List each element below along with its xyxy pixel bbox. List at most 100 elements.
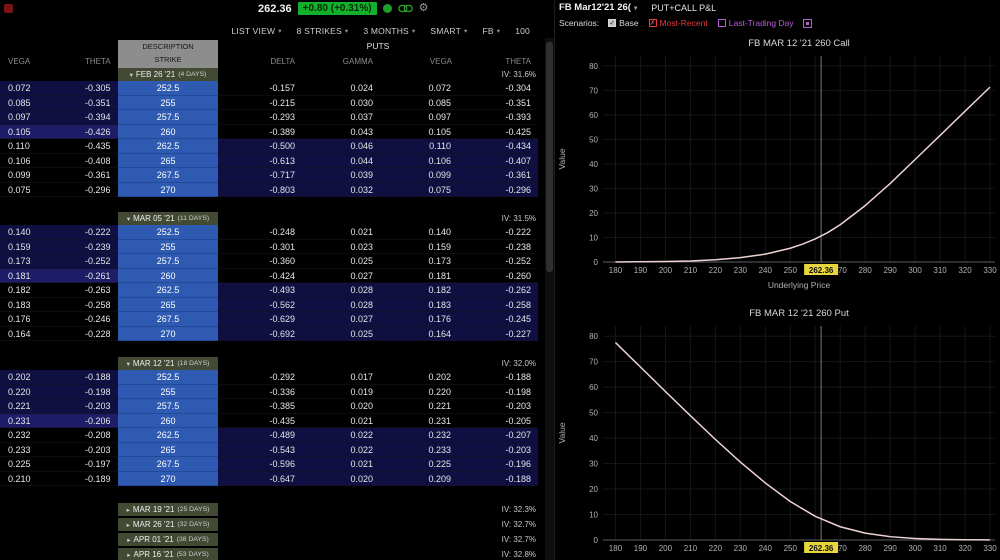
call-vega-cell: 0.075: [0, 183, 60, 198]
strike-cell[interactable]: 262.5: [118, 428, 218, 443]
expiry-group-header[interactable]: ▸ APR 01 '21 (38 DAYS) IV: 32.7%: [0, 533, 545, 546]
strike-cell[interactable]: 270: [118, 182, 218, 197]
option-row[interactable]: 0.072 -0.305 252.5 -0.157 0.024 0.072 -0.304: [0, 81, 545, 96]
svg-text:220: 220: [709, 266, 723, 275]
strike-cell[interactable]: 265: [118, 442, 218, 457]
strike-cell[interactable]: 257.5: [118, 254, 218, 269]
strike-cell[interactable]: 270: [118, 326, 218, 341]
symbol-dropdown[interactable]: FB ▾: [482, 26, 500, 36]
option-row[interactable]: 0.182 -0.263 262.5 -0.493 0.028 0.182 -0.262: [0, 283, 545, 298]
strike-cell[interactable]: 267.5: [118, 312, 218, 327]
option-row[interactable]: 0.110 -0.435 262.5 -0.500 0.046 0.110 -0.434: [0, 139, 545, 154]
svg-text:50: 50: [589, 135, 598, 144]
option-row[interactable]: 0.173 -0.252 257.5 -0.360 0.025 0.173 -0.252: [0, 254, 545, 269]
put-vega-header[interactable]: VEGA: [374, 57, 452, 66]
strike-cell[interactable]: 255: [118, 95, 218, 110]
expiry-label: FEB 26 '21: [135, 70, 176, 79]
contract-selector[interactable]: FB Mar12'21 26( ▾: [559, 2, 637, 13]
put-chart[interactable]: 0 10 20 30 40 50 60 70 80 180 190 200 210 220 230 240 25…: [555, 302, 1000, 560]
strike-cell[interactable]: 260: [118, 268, 218, 283]
size-field[interactable]: 100: [515, 26, 530, 36]
put-vega-cell: 0.209: [380, 471, 458, 486]
option-row[interactable]: 0.231 -0.206 260 -0.435 0.021 0.231 -0.205: [0, 413, 545, 428]
strike-cell[interactable]: 255: [118, 239, 218, 254]
strike-cell[interactable]: 255: [118, 384, 218, 399]
expiry-group-header[interactable]: ▸ MAR 19 '21 (25 DAYS) IV: 32.3%: [0, 503, 545, 516]
scenario-toggle-last-trading-day[interactable]: Last-Trading Day: [717, 18, 794, 28]
call-chart[interactable]: 0 10 20 30 40 50 60 70 80 180 190 200 210 220 230 240 25…: [555, 32, 1000, 300]
call-vega-cell: 0.225: [0, 457, 60, 472]
strike-cell[interactable]: 260: [118, 413, 218, 428]
strike-cell[interactable]: 265: [118, 153, 218, 168]
put-gamma-cell: 0.024: [302, 81, 380, 96]
svg-text:230: 230: [734, 266, 748, 275]
option-row[interactable]: 0.105 -0.426 260 -0.389 0.043 0.105 -0.425: [0, 124, 545, 140]
strike-cell[interactable]: 260: [118, 124, 218, 139]
strike-cell[interactable]: 262.5: [118, 283, 218, 298]
expiry-group-header[interactable]: ▸ APR 16 '21 (53 DAYS) IV: 32.8%: [0, 548, 545, 560]
call-vega-cell: 0.097: [0, 110, 60, 125]
expiry-group-header[interactable]: ▾ FEB 26 '21 (4 DAYS) IV: 31.6%: [0, 68, 545, 81]
scenario-toggle-most-recent[interactable]: ✗ Most-Recent: [648, 18, 708, 28]
description-strike-header[interactable]: DESCRIPTION STRIKE: [118, 40, 218, 68]
link-icon[interactable]: [397, 4, 413, 13]
option-row[interactable]: 0.140 -0.222 252.5 -0.248 0.021 0.140 -0.222: [0, 225, 545, 240]
strike-cell[interactable]: 257.5: [118, 110, 218, 125]
option-row[interactable]: 0.075 -0.296 270 -0.803 0.032 0.075 -0.296: [0, 182, 545, 198]
view-mode-dropdown[interactable]: LIST VIEW ▾: [232, 26, 282, 36]
option-row[interactable]: 0.225 -0.197 267.5 -0.596 0.021 0.225 -0.196: [0, 457, 545, 472]
call-vega-cell: 0.220: [0, 384, 60, 399]
svg-text:20: 20: [589, 209, 598, 218]
option-row[interactable]: 0.210 -0.189 270 -0.647 0.020 0.209 -0.188: [0, 471, 545, 486]
put-theta-header[interactable]: THETA: [452, 57, 531, 66]
option-row[interactable]: 0.181 -0.261 260 -0.424 0.027 0.181 -0.260: [0, 268, 545, 283]
strike-cell[interactable]: 270: [118, 471, 218, 486]
option-row[interactable]: 0.106 -0.408 265 -0.613 0.044 0.106 -0.407: [0, 153, 545, 168]
months-dropdown[interactable]: 3 MONTHS ▾: [363, 26, 415, 36]
scrollbar-thumb[interactable]: [546, 42, 553, 272]
option-chain-panel: 262.36 +0.80 (+0.31%) ⚙ LIST VIEW ▾ 8 ST…: [0, 0, 545, 560]
strike-cell[interactable]: 262.5: [118, 139, 218, 154]
gear-icon[interactable]: ⚙: [419, 3, 429, 14]
expiry-group-header[interactable]: ▾ MAR 12 '21 (18 DAYS) IV: 32.0%: [0, 357, 545, 370]
option-row[interactable]: 0.097 -0.394 257.5 -0.293 0.037 0.097 -0.393: [0, 110, 545, 125]
svg-text:220: 220: [709, 544, 723, 553]
call-vega-cell: 0.164: [0, 327, 60, 342]
option-row[interactable]: 0.221 -0.203 257.5 -0.385 0.020 0.221 -0.203: [0, 399, 545, 414]
strike-cell[interactable]: 265: [118, 297, 218, 312]
option-row[interactable]: 0.183 -0.258 265 -0.562 0.028 0.183 -0.258: [0, 297, 545, 312]
svg-text:Value: Value: [557, 422, 567, 443]
option-row[interactable]: 0.220 -0.198 255 -0.336 0.019 0.220 -0.198: [0, 384, 545, 399]
option-row[interactable]: 0.233 -0.203 265 -0.543 0.022 0.233 -0.203: [0, 442, 545, 457]
strike-cell[interactable]: 267.5: [118, 168, 218, 183]
option-row[interactable]: 0.159 -0.239 255 -0.301 0.023 0.159 -0.238: [0, 239, 545, 254]
put-gamma-header[interactable]: GAMMA: [296, 57, 373, 66]
option-row[interactable]: 0.099 -0.361 267.5 -0.717 0.039 0.099 -0.361: [0, 168, 545, 183]
option-row[interactable]: 0.202 -0.188 252.5 -0.292 0.017 0.202 -0.188: [0, 370, 545, 385]
strike-cell[interactable]: 252.5: [118, 225, 218, 240]
strike-cell[interactable]: 252.5: [118, 81, 218, 96]
call-vega-header[interactable]: VEGA: [8, 57, 30, 66]
exchange-dropdown[interactable]: SMART ▾: [430, 26, 467, 36]
put-delta-header[interactable]: DELTA: [218, 57, 295, 66]
put-theta-cell: -0.262: [458, 283, 538, 298]
scenario-toggle-base[interactable]: ✓ Base: [608, 18, 639, 28]
option-row[interactable]: 0.232 -0.208 262.5 -0.489 0.022 0.232 -0.207: [0, 428, 545, 443]
vertical-scrollbar[interactable]: [545, 38, 554, 560]
strike-cell[interactable]: 267.5: [118, 457, 218, 472]
put-gamma-cell: 0.044: [302, 153, 380, 168]
option-row[interactable]: 0.085 -0.351 255 -0.215 0.030 0.085 -0.351: [0, 95, 545, 110]
put-theta-cell: -0.425: [458, 125, 538, 140]
option-row[interactable]: 0.176 -0.246 267.5 -0.629 0.027 0.176 -0.245: [0, 312, 545, 327]
call-theta-header[interactable]: THETA: [85, 57, 111, 66]
expiry-group-header[interactable]: ▸ MAR 26 '21 (32 DAYS) IV: 32.7%: [0, 518, 545, 531]
put-theta-cell: -0.304: [458, 81, 538, 96]
strike-cell[interactable]: 252.5: [118, 370, 218, 385]
option-row[interactable]: 0.164 -0.228 270 -0.692 0.025 0.164 -0.227: [0, 326, 545, 342]
put-theta-cell: -0.196: [458, 457, 538, 472]
scenario-settings-icon[interactable]: [802, 18, 812, 28]
expiry-group-header[interactable]: ▾ MAR 05 '21 (11 DAYS) IV: 31.5%: [0, 212, 545, 225]
strike-cell[interactable]: 257.5: [118, 399, 218, 414]
put-chart-svg: 0 10 20 30 40 50 60 70 80 180 190 200 210 220 230 240 25…: [555, 302, 1000, 560]
strikes-dropdown[interactable]: 8 STRIKES ▾: [297, 26, 349, 36]
